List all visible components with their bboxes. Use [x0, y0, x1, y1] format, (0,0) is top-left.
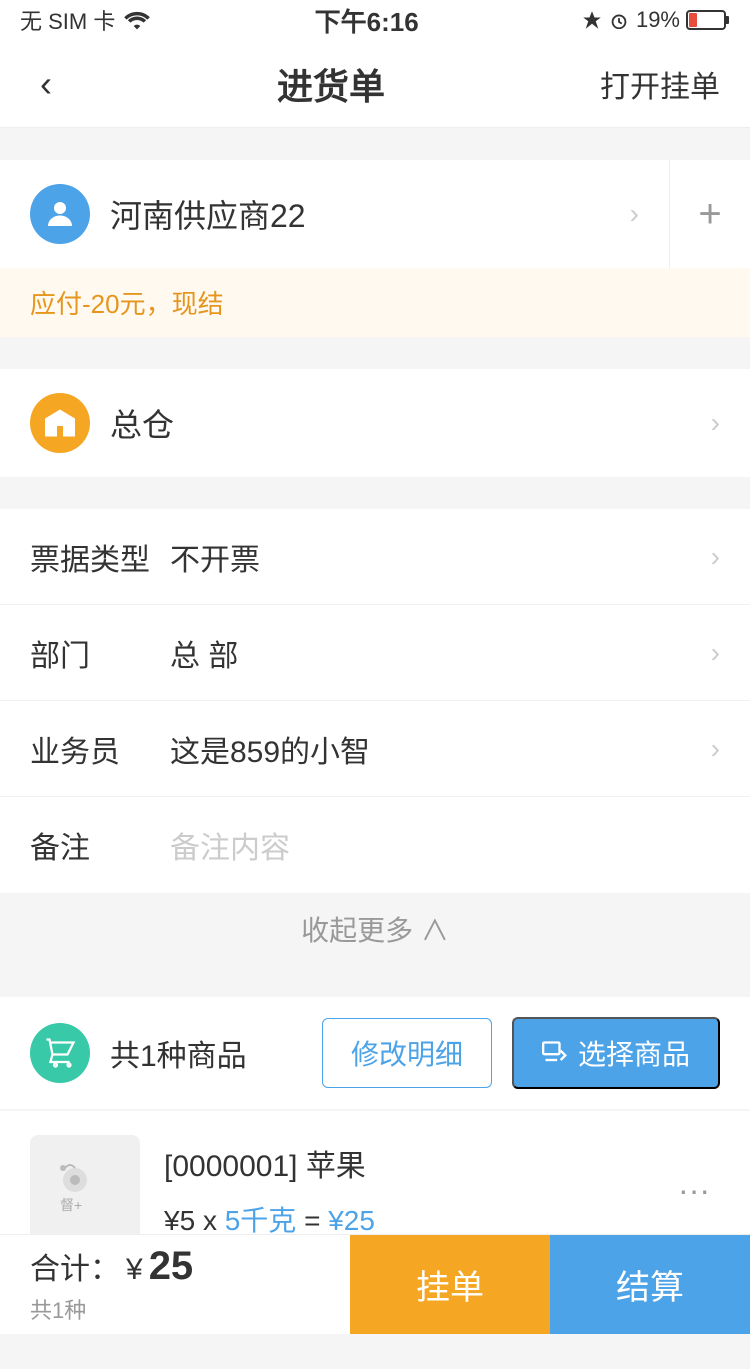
product-price: ¥5 x 5千克 = ¥25 [164, 1199, 644, 1239]
invoice-type-value: 不开票 [170, 535, 711, 579]
warehouse-row[interactable]: 总仓 › [0, 369, 750, 477]
invoice-type-row[interactable]: 票据类型 不开票 › [0, 509, 750, 605]
products-count: 共1种商品 [110, 1031, 302, 1075]
cart-icon [42, 1035, 78, 1071]
products-icon [30, 1023, 90, 1083]
edit-details-button[interactable]: 修改明细 [322, 1018, 492, 1088]
select-product-button[interactable]: 选择商品 [512, 1017, 720, 1089]
remark-input[interactable]: 备注内容 [170, 823, 720, 867]
total-amount: 25 [149, 1244, 194, 1289]
remark-label: 备注 [30, 823, 160, 867]
back-button[interactable]: ‹ [30, 53, 62, 115]
warehouse-icon [30, 393, 90, 453]
salesperson-row[interactable]: 业务员 这是859的小智 › [0, 701, 750, 797]
remark-row[interactable]: 备注 备注内容 [0, 797, 750, 893]
department-label: 部门 [30, 631, 160, 675]
product-name: [0000001] 苹果 [164, 1141, 644, 1185]
add-supplier-button[interactable]: + [670, 160, 750, 268]
department-chevron-icon: › [711, 637, 720, 669]
notice-bar: 应付-20元，现结 [0, 268, 750, 337]
supplier-select-row[interactable]: 河南供应商22 › [0, 160, 670, 268]
bottom-bar: 合计： ¥ 25 共1种 挂单 结算 [0, 1234, 750, 1334]
supplier-chevron-icon: › [630, 198, 639, 230]
location-icon [582, 11, 602, 29]
open-hang-button[interactable]: 打开挂单 [600, 62, 720, 106]
battery-icon [686, 9, 730, 31]
supplier-name: 河南供应商22 [110, 191, 620, 237]
salesperson-chevron-icon: › [711, 733, 720, 765]
nav-bar: ‹ 进货单 打开挂单 [0, 40, 750, 128]
salesperson-label: 业务员 [30, 727, 160, 771]
warehouse-name: 总仓 [110, 400, 711, 446]
supplier-avatar [30, 184, 90, 244]
department-row[interactable]: 部门 总 部 › [0, 605, 750, 701]
hang-button[interactable]: 挂单 [350, 1235, 550, 1334]
invoice-type-label: 票据类型 [30, 535, 160, 579]
collapse-button[interactable]: 收起更多 ∧ [0, 893, 750, 965]
alarm-icon [608, 11, 630, 29]
total-section: 合计： ¥ 25 共1种 [0, 1235, 350, 1334]
page-title: 进货单 [277, 58, 385, 110]
product-thumbnail: 督+ [30, 1135, 140, 1245]
person-icon [42, 196, 78, 232]
wifi-icon [123, 10, 151, 30]
product-thumb-icon: 督+ [55, 1160, 115, 1220]
salesperson-value: 这是859的小智 [170, 727, 711, 771]
total-line: 合计： ¥ 25 [30, 1244, 320, 1289]
invoice-chevron-icon: › [711, 541, 720, 573]
products-header: 共1种商品 修改明细 选择商品 [0, 997, 750, 1109]
home-icon [42, 405, 78, 441]
settle-button[interactable]: 结算 [550, 1235, 750, 1334]
status-network: 无 SIM 卡 [20, 4, 151, 36]
supplier-section: 河南供应商22 › + [0, 160, 750, 268]
select-product-icon [542, 1041, 570, 1065]
status-bar: 无 SIM 卡 下午6:16 19% [0, 0, 750, 40]
product-more-button[interactable]: ··· [668, 1162, 720, 1219]
svg-text:督+: 督+ [60, 1197, 82, 1213]
status-battery: 19% [582, 7, 730, 33]
form-section: 票据类型 不开票 › 部门 总 部 › 业务员 这是859的小智 › 备注 备注… [0, 509, 750, 893]
total-sub: 共1种 [30, 1293, 320, 1325]
department-value: 总 部 [170, 631, 711, 675]
product-info: [0000001] 苹果 ¥5 x 5千克 = ¥25 [164, 1141, 644, 1239]
warehouse-chevron-icon: › [711, 407, 720, 439]
status-time: 下午6:16 [315, 2, 419, 39]
